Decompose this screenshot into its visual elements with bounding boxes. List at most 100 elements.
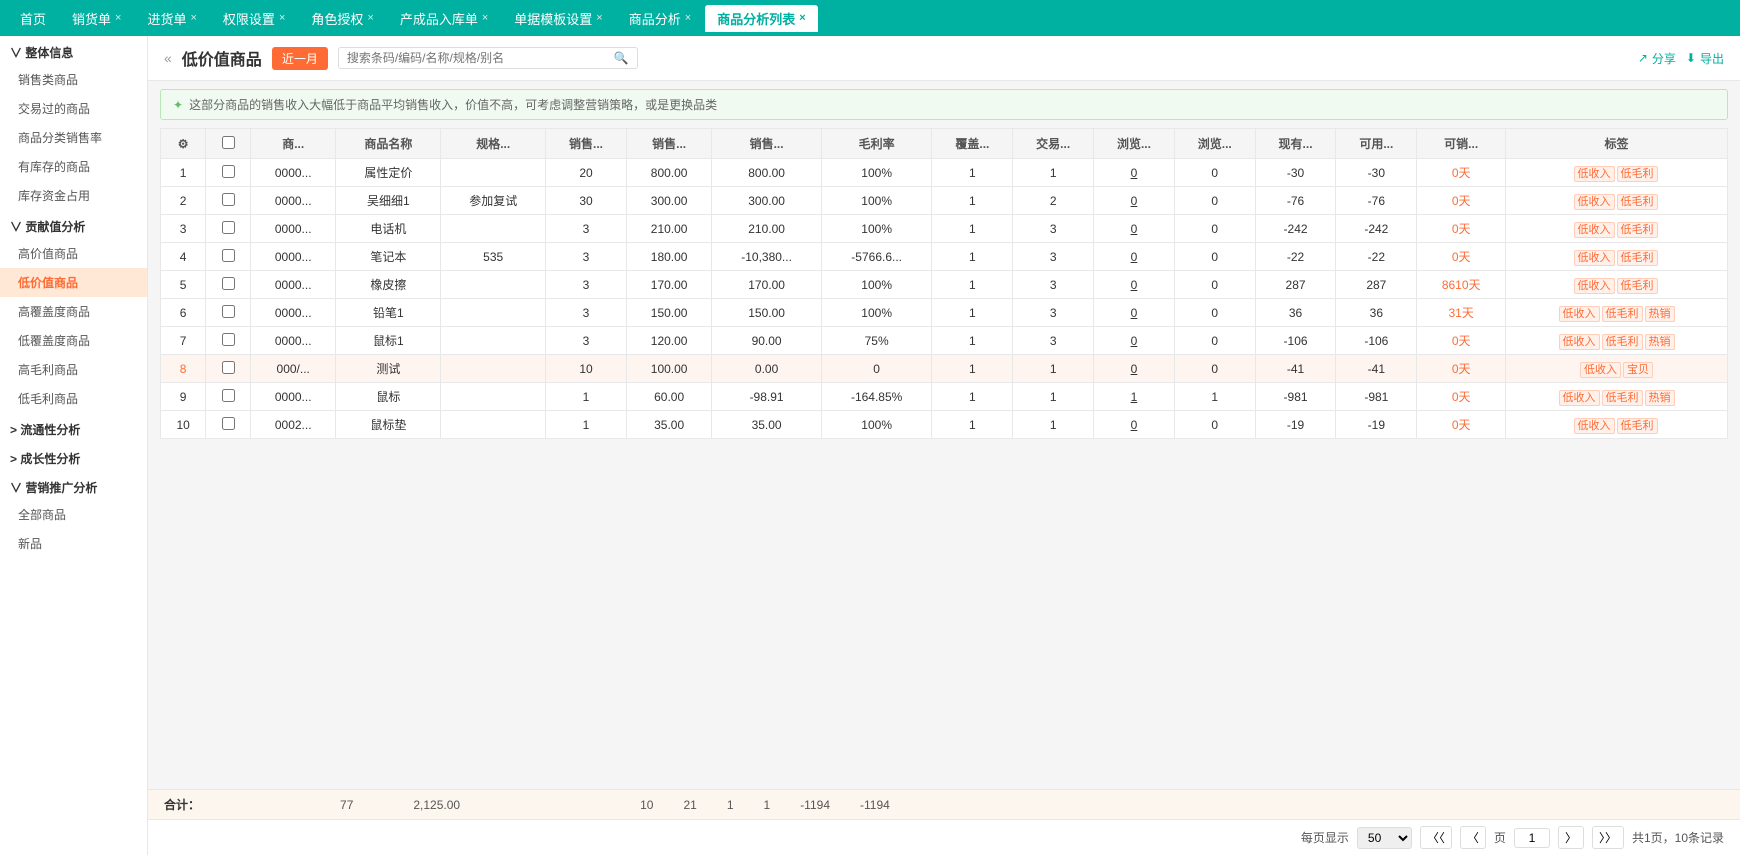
table-wrapper[interactable]: ⚙ 商... 商品名称 规格... 销售... 销售... 销售... 毛利率 …	[148, 120, 1740, 789]
sidebar-item-new-goods[interactable]: 新品	[0, 529, 147, 558]
row-tags: 低收入低毛利	[1506, 411, 1728, 439]
row-checkbox[interactable]	[222, 193, 235, 206]
sidebar-group-flow[interactable]: > 流通性分析	[0, 413, 147, 442]
sidebar-item-all-goods[interactable]: 全部商品	[0, 500, 147, 529]
nav-close-role[interactable]: ×	[367, 12, 373, 24]
nav-sales[interactable]: 销货单 ×	[60, 5, 133, 32]
row-view1-link[interactable]: 0	[1131, 306, 1138, 320]
col-view1[interactable]: 浏览...	[1094, 129, 1175, 159]
row-avg: 800.00	[712, 159, 821, 187]
collapse-sidebar-btn[interactable]: «	[164, 50, 172, 66]
row-code: 0000...	[250, 327, 335, 355]
row-checkbox[interactable]	[222, 389, 235, 402]
first-page-btn[interactable]: 〈〈	[1420, 826, 1452, 849]
col-view2[interactable]: 浏览...	[1174, 129, 1255, 159]
col-days[interactable]: 可销...	[1417, 129, 1506, 159]
nav-role[interactable]: 角色授权 ×	[299, 5, 385, 32]
row-view1-link[interactable]: 0	[1131, 418, 1138, 432]
sidebar-item-traded[interactable]: 交易过的商品	[0, 94, 147, 123]
col-spec[interactable]: 规格...	[441, 129, 546, 159]
nav-product-list[interactable]: 商品分析列表 ×	[705, 5, 817, 32]
row-checkbox[interactable]	[222, 249, 235, 262]
sidebar-group-overall[interactable]: ∨ 整体信息	[0, 36, 147, 65]
page-size-select[interactable]: 50 100 200	[1357, 827, 1412, 849]
nav-product-analysis[interactable]: 商品分析 ×	[617, 5, 703, 32]
nav-close-template[interactable]: ×	[596, 12, 602, 24]
col-code[interactable]: 商...	[250, 129, 335, 159]
row-checkbox[interactable]	[222, 417, 235, 430]
col-qty[interactable]: 销售...	[546, 129, 627, 159]
row-view1-link[interactable]: 0	[1131, 222, 1138, 236]
row-view2: 0	[1174, 327, 1255, 355]
nav-template[interactable]: 单据模板设置 ×	[502, 5, 614, 32]
row-checkbox[interactable]	[222, 165, 235, 178]
nav-close-product-storage[interactable]: ×	[482, 12, 488, 24]
search-icon[interactable]: 🔍	[614, 51, 629, 65]
nav-purchase[interactable]: 进货单 ×	[135, 5, 208, 32]
sidebar-item-category-rate[interactable]: 商品分类销售率	[0, 123, 147, 152]
col-avg[interactable]: 销售...	[712, 129, 821, 159]
row-view1-link[interactable]: 0	[1131, 278, 1138, 292]
nav-product-storage[interactable]: 产成品入库单 ×	[388, 5, 500, 32]
nav-home[interactable]: 首页	[8, 5, 58, 32]
col-coverage[interactable]: 覆盖...	[932, 129, 1013, 159]
col-settings[interactable]: ⚙	[161, 129, 206, 159]
last-page-btn[interactable]: 〉〉	[1592, 826, 1624, 849]
sidebar-item-high-value[interactable]: 高价值商品	[0, 239, 147, 268]
sidebar-group-growth[interactable]: > 成长性分析	[0, 442, 147, 471]
settings-icon[interactable]: ⚙	[178, 137, 189, 151]
sidebar-item-in-stock[interactable]: 有库存的商品	[0, 152, 147, 181]
row-stock: 287	[1255, 271, 1336, 299]
row-stock: -242	[1255, 215, 1336, 243]
row-tags: 低收入低毛利	[1506, 187, 1728, 215]
tag-label: 低收入	[1574, 278, 1615, 294]
row-checkbox[interactable]	[222, 305, 235, 318]
col-name[interactable]: 商品名称	[336, 129, 441, 159]
nav-close-purchase[interactable]: ×	[190, 12, 196, 24]
search-input[interactable]	[347, 51, 614, 65]
col-margin[interactable]: 毛利率	[821, 129, 932, 159]
sidebar-item-high-coverage[interactable]: 高覆盖度商品	[0, 297, 147, 326]
row-checkbox[interactable]	[222, 221, 235, 234]
row-qty: 3	[546, 271, 627, 299]
next-page-btn[interactable]: 〉	[1558, 826, 1584, 849]
col-trans[interactable]: 交易...	[1013, 129, 1094, 159]
nav-close-list[interactable]: ×	[799, 12, 805, 24]
sidebar-item-sales-goods[interactable]: 销售类商品	[0, 65, 147, 94]
row-trans: 1	[1013, 383, 1094, 411]
page-number-input[interactable]	[1514, 828, 1550, 848]
col-checkbox[interactable]	[206, 129, 251, 159]
row-coverage: 1	[932, 411, 1013, 439]
row-view1-link[interactable]: 1	[1131, 390, 1138, 404]
filter-recent-month-btn[interactable]: 近一月	[272, 47, 328, 70]
sidebar-group-contribution[interactable]: ∨ 贡献值分析	[0, 210, 147, 239]
col-tags[interactable]: 标签	[1506, 129, 1728, 159]
share-btn[interactable]: ↗ 分享	[1638, 50, 1676, 67]
select-all-checkbox[interactable]	[222, 136, 235, 149]
col-avail[interactable]: 可用...	[1336, 129, 1417, 159]
nav-close-analysis[interactable]: ×	[685, 12, 691, 24]
row-view1-link[interactable]: 0	[1131, 166, 1138, 180]
row-checkbox[interactable]	[222, 333, 235, 346]
nav-close-sales[interactable]: ×	[115, 12, 121, 24]
tag-label: 低收入	[1574, 222, 1615, 238]
col-amount[interactable]: 销售...	[626, 129, 711, 159]
data-table: ⚙ 商... 商品名称 规格... 销售... 销售... 销售... 毛利率 …	[160, 128, 1728, 439]
row-view1-link[interactable]: 0	[1131, 334, 1138, 348]
row-view1-link[interactable]: 0	[1131, 250, 1138, 264]
sidebar-item-high-margin[interactable]: 高毛利商品	[0, 355, 147, 384]
row-view1-link[interactable]: 0	[1131, 194, 1138, 208]
sidebar-item-low-value[interactable]: 低价值商品	[0, 268, 147, 297]
row-checkbox[interactable]	[222, 277, 235, 290]
sidebar-item-low-coverage[interactable]: 低覆盖度商品	[0, 326, 147, 355]
prev-page-btn[interactable]: 〈	[1460, 826, 1486, 849]
sidebar-group-marketing[interactable]: ∨ 营销推广分析	[0, 471, 147, 500]
sidebar-item-capital[interactable]: 库存资金占用	[0, 181, 147, 210]
export-btn[interactable]: ⬇ 导出	[1686, 50, 1724, 67]
col-stock[interactable]: 现有...	[1255, 129, 1336, 159]
row-checkbox[interactable]	[222, 361, 235, 374]
nav-permissions[interactable]: 权限设置 ×	[211, 5, 297, 32]
sidebar-item-low-margin[interactable]: 低毛利商品	[0, 384, 147, 413]
nav-close-permissions[interactable]: ×	[279, 12, 285, 24]
row-view1-link[interactable]: 0	[1131, 362, 1138, 376]
